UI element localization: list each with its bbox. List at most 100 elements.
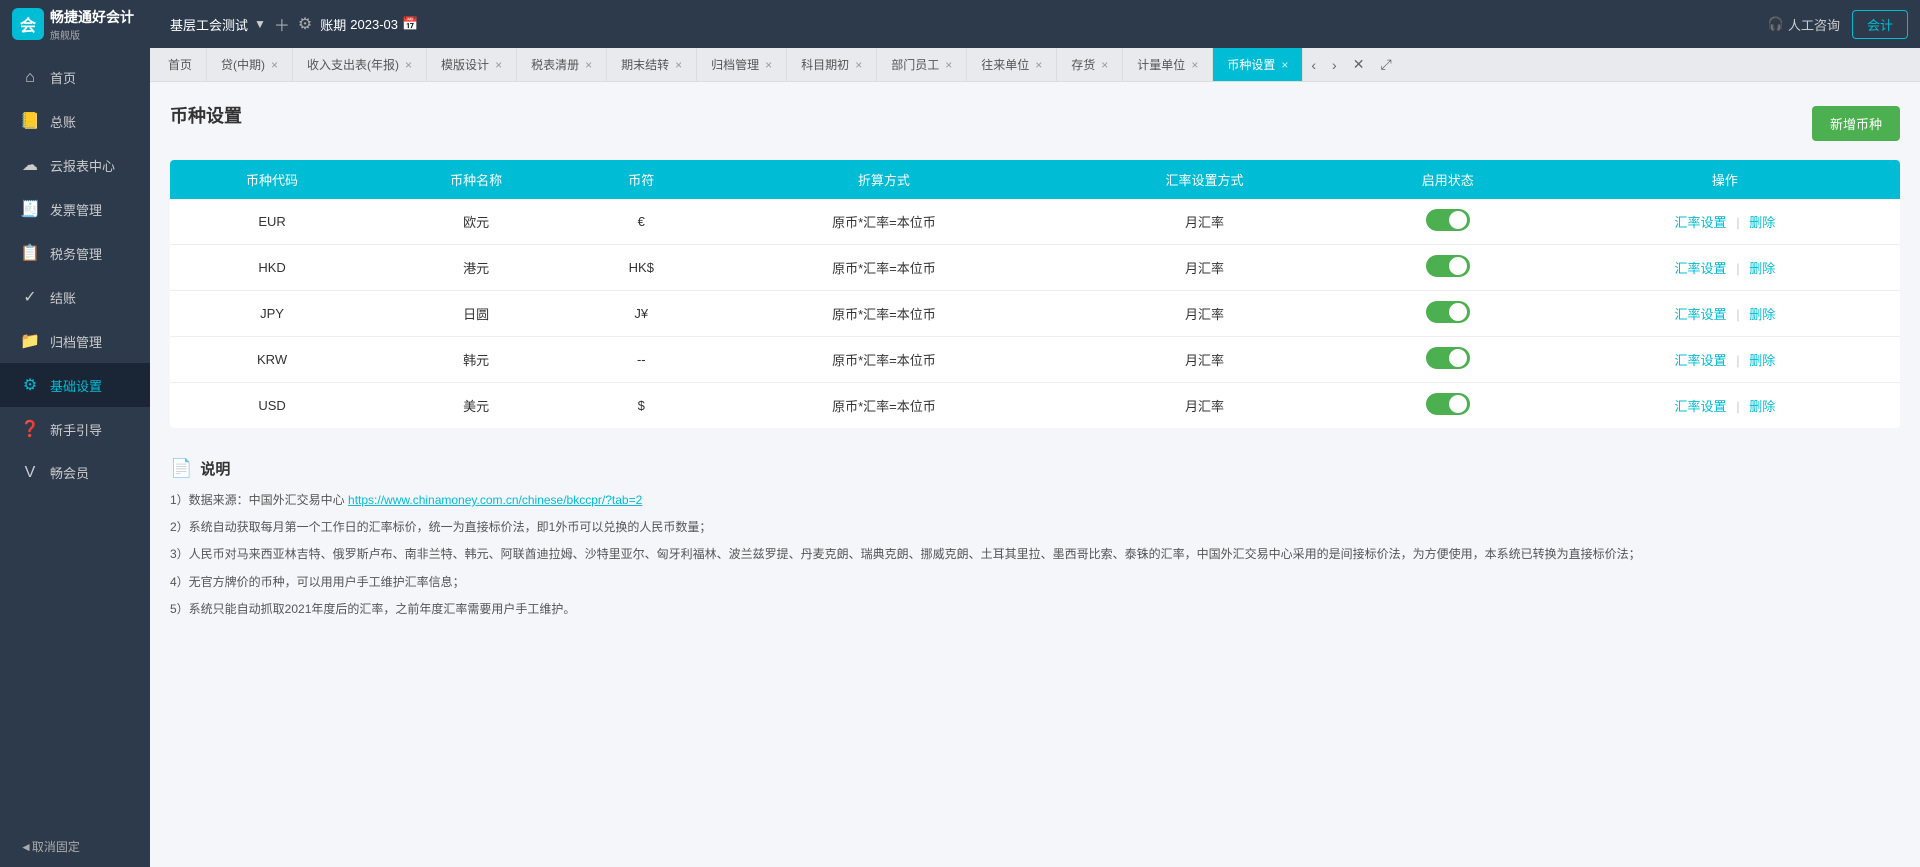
logo-icon: 会	[12, 8, 44, 40]
tab-inventory[interactable]: 存货×	[1057, 48, 1123, 81]
delete-link[interactable]: 删除	[1749, 215, 1775, 230]
cell-rate-type: 月汇率	[1063, 383, 1345, 429]
tab-close-all-button[interactable]: ✕	[1345, 52, 1373, 77]
delete-link[interactable]: 删除	[1749, 353, 1775, 368]
cell-symbol: --	[578, 337, 704, 383]
sidebar-item-tax[interactable]: 📋 税务管理	[0, 231, 150, 275]
cell-symbol: HK$	[578, 245, 704, 291]
sidebar-item-archive[interactable]: 📁 归档管理	[0, 319, 150, 363]
unpin-label: ◄取消固定	[20, 838, 80, 855]
sidebar-item-settings[interactable]: ⚙ 基础设置	[0, 363, 150, 407]
notice-item: 2）系统自动获取每月第一个工作日的汇率标价，统一为直接标价法，即1外币可以兑换的…	[170, 518, 1900, 537]
add-tab-button[interactable]: ＋	[274, 12, 290, 36]
notice-title-text: 说明	[200, 458, 230, 479]
tab-template[interactable]: 模版设计×	[427, 48, 517, 81]
tab-units[interactable]: 计量单位×	[1123, 48, 1213, 81]
sidebar-label-vip: 畅会员	[50, 463, 89, 482]
cell-code: KRW	[170, 337, 374, 383]
delete-link[interactable]: 删除	[1749, 307, 1775, 322]
cell-rate-type: 月汇率	[1063, 245, 1345, 291]
notice-item: 5）系统只能自动抓取2021年度后的汇率，之前年度汇率需要用户手工维护。	[170, 600, 1900, 619]
settings-button[interactable]: ⚙	[298, 14, 312, 34]
cell-status	[1346, 291, 1550, 337]
period-display: 账期 2023-03 📅	[320, 15, 418, 34]
toggle-enabled[interactable]	[1426, 301, 1470, 323]
cell-name: 韩元	[374, 337, 578, 383]
col-header-status: 启用状态	[1346, 160, 1550, 199]
table-row: EUR 欧元 € 原币*汇率=本位币 月汇率 汇率设置 | 删除	[170, 199, 1900, 245]
tab-tax-table[interactable]: 税表清册×	[517, 48, 607, 81]
cell-actions: 汇率设置 | 删除	[1550, 337, 1900, 383]
sidebar-unpin[interactable]: ◄取消固定	[0, 826, 150, 867]
cell-symbol: $	[578, 383, 704, 429]
app-logo: 会 畅捷通好会计 旗舰版	[12, 7, 162, 42]
tab-currency[interactable]: 币种设置×	[1213, 48, 1303, 81]
tab-subjects[interactable]: 科目期初×	[787, 48, 877, 81]
sidebar-item-vip[interactable]: V 畅会员	[0, 451, 150, 494]
delete-link[interactable]: 删除	[1749, 261, 1775, 276]
rate-setting-link[interactable]: 汇率设置	[1675, 353, 1727, 368]
cell-name: 美元	[374, 383, 578, 429]
dropdown-icon: ▼	[254, 17, 266, 31]
currency-table: 币种代码 币种名称 币符 折算方式 汇率设置方式 启用状态 操作 EUR 欧元	[170, 160, 1900, 428]
toggle-enabled[interactable]	[1426, 393, 1470, 415]
logo-text: 畅捷通好会计	[50, 7, 134, 27]
sidebar-item-guide[interactable]: ❓ 新手引导	[0, 407, 150, 451]
sidebar-item-home[interactable]: ⌂ 首页	[0, 56, 150, 99]
account-button[interactable]: 会计	[1852, 10, 1908, 39]
toggle-enabled[interactable]	[1426, 209, 1470, 231]
sidebar-item-ledger[interactable]: 📒 总账	[0, 99, 150, 143]
notice-link[interactable]: https://www.chinamoney.com.cn/chinese/bk…	[348, 493, 642, 507]
toggle-enabled[interactable]	[1426, 347, 1470, 369]
logo-sub: 旗舰版	[50, 27, 134, 42]
sidebar-label-guide: 新手引导	[50, 420, 102, 439]
tab-contacts[interactable]: 往来单位×	[967, 48, 1057, 81]
company-selector[interactable]: 基层工会测试 ▼	[170, 15, 266, 34]
tab-dept[interactable]: 部门员工×	[877, 48, 967, 81]
col-header-symbol: 币符	[578, 160, 704, 199]
delete-link[interactable]: 删除	[1749, 399, 1775, 414]
sidebar-item-invoice[interactable]: 🧾 发票管理	[0, 187, 150, 231]
tab-period-end[interactable]: 期末结转×	[607, 48, 697, 81]
sidebar-item-checkout[interactable]: ✓ 结账	[0, 275, 150, 319]
invoice-icon: 🧾	[20, 199, 40, 219]
table-row: USD 美元 $ 原币*汇率=本位币 月汇率 汇率设置 | 删除	[170, 383, 1900, 429]
cell-calc: 原币*汇率=本位币	[704, 291, 1063, 337]
tab-next-button[interactable]: ›	[1324, 53, 1345, 77]
notice-icon: 📄	[170, 458, 192, 479]
calendar-icon[interactable]: 📅	[402, 16, 418, 32]
rate-setting-link[interactable]: 汇率设置	[1675, 261, 1727, 276]
cell-status	[1346, 383, 1550, 429]
cell-name: 日圆	[374, 291, 578, 337]
cell-rate-type: 月汇率	[1063, 291, 1345, 337]
rate-setting-link[interactable]: 汇率设置	[1675, 215, 1727, 230]
archive-icon: 📁	[20, 331, 40, 351]
sidebar-label-reports: 云报表中心	[50, 156, 115, 175]
tab-archive[interactable]: 归档管理×	[697, 48, 787, 81]
cell-calc: 原币*汇率=本位币	[704, 383, 1063, 429]
rate-setting-link[interactable]: 汇率设置	[1675, 399, 1727, 414]
tab-income[interactable]: 收入支出表(年报)×	[293, 48, 427, 81]
gear-icon: ⚙	[20, 375, 40, 395]
toggle-enabled[interactable]	[1426, 255, 1470, 277]
tab-bar: 首页 贷(中期)× 收入支出表(年报)× 模版设计× 税表清册× 期末结转× 归…	[150, 48, 1920, 82]
table-row: HKD 港元 HK$ 原币*汇率=本位币 月汇率 汇率设置 | 删除	[170, 245, 1900, 291]
notice-item: 1）数据来源：中国外汇交易中心 https://www.chinamoney.c…	[170, 491, 1900, 510]
tab-home[interactable]: 首页	[154, 48, 207, 81]
sidebar-label-checkout: 结账	[50, 288, 76, 307]
rate-setting-link[interactable]: 汇率设置	[1675, 307, 1727, 322]
notice-item: 3）人民币对马来西亚林吉特、俄罗斯卢布、南非兰特、韩元、阿联酋迪拉姆、沙特里亚尔…	[170, 545, 1900, 564]
notice-item: 4）无官方牌价的币种，可以用用户手工维护汇率信息；	[170, 573, 1900, 592]
content-area: 币种设置 新增币种 币种代码 币种名称 币符 折算方式 汇率设置方式 启用状态	[150, 82, 1920, 867]
help-button[interactable]: 🎧 人工咨询	[1768, 15, 1840, 34]
new-currency-button[interactable]: 新增币种	[1812, 106, 1900, 141]
tab-loan[interactable]: 贷(中期)×	[207, 48, 293, 81]
tab-expand-button[interactable]: ⤢	[1372, 52, 1399, 77]
headset-icon: 🎧	[1768, 16, 1784, 32]
tab-prev-button[interactable]: ‹	[1303, 53, 1324, 77]
sidebar-item-reports[interactable]: ☁ 云报表中心	[0, 143, 150, 187]
sidebar-label-settings: 基础设置	[50, 376, 102, 395]
home-icon: ⌂	[20, 69, 40, 87]
cell-calc: 原币*汇率=本位币	[704, 337, 1063, 383]
col-header-rate: 汇率设置方式	[1063, 160, 1345, 199]
